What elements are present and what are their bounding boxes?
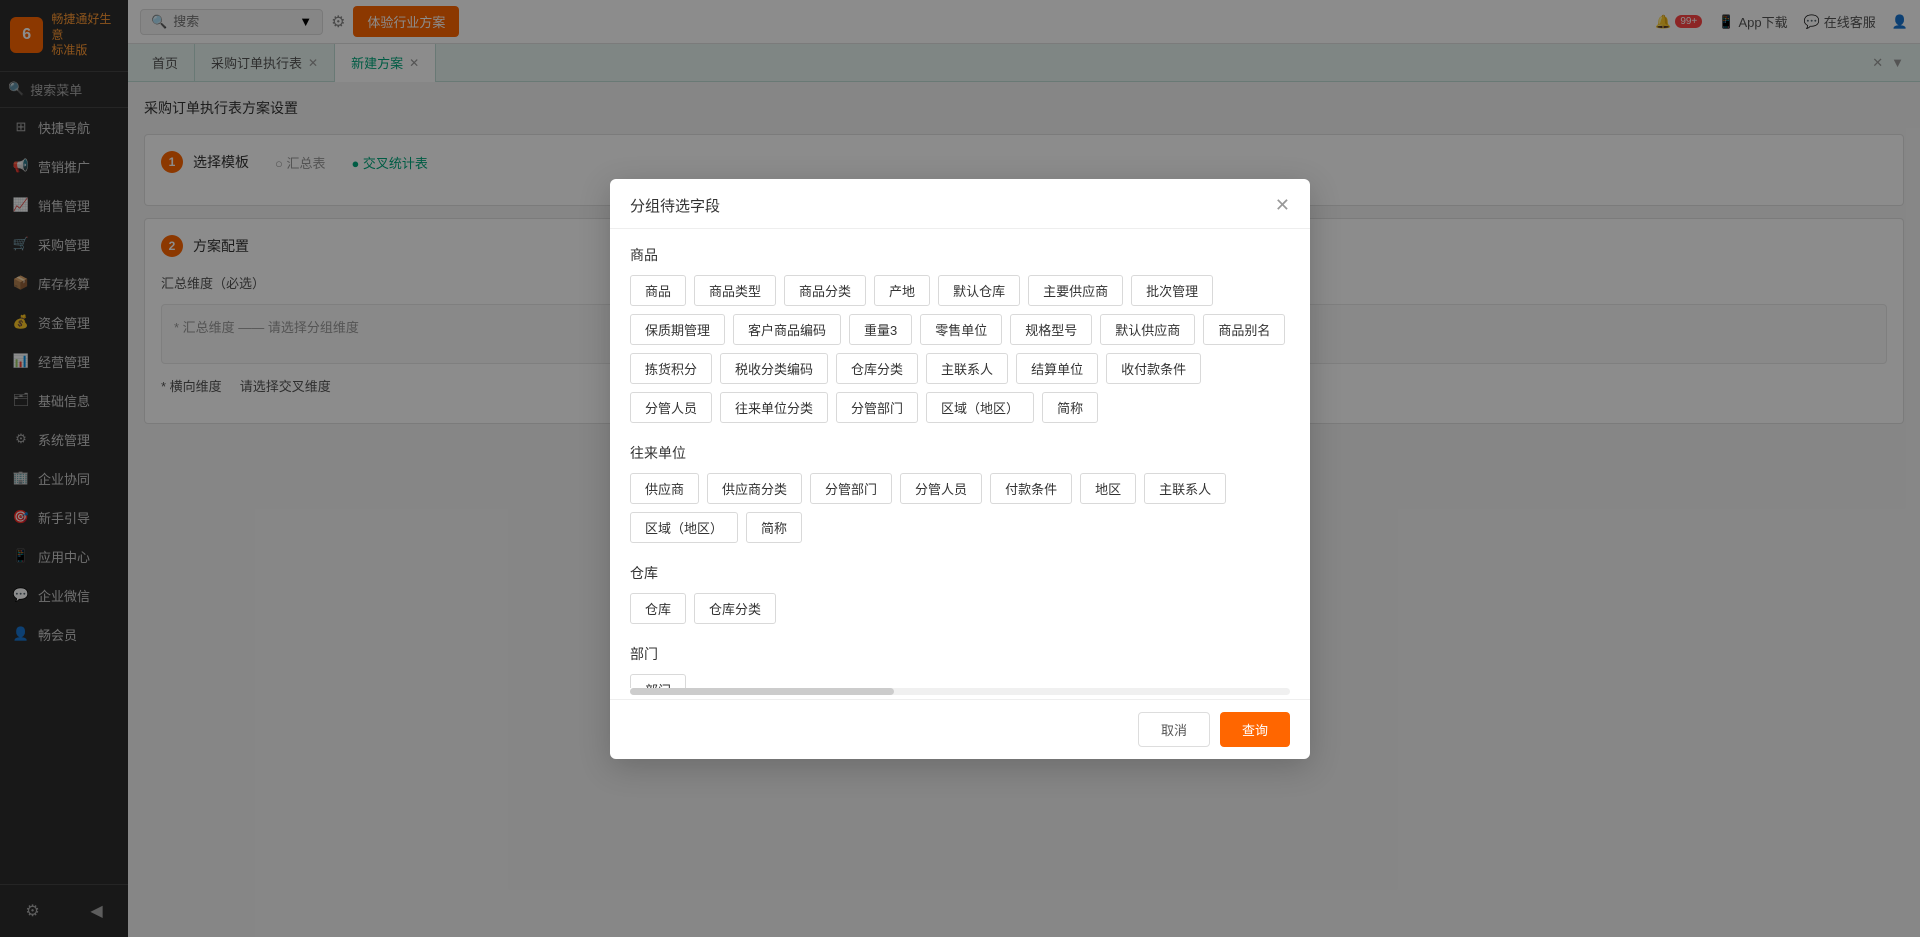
section-title-counterpart: 往来单位 — [630, 443, 1290, 463]
modal-close-button[interactable]: ✕ — [1275, 195, 1290, 216]
field-tag-product-7[interactable]: 保质期管理 — [630, 314, 725, 345]
field-tag-product-21[interactable]: 往来单位分类 — [720, 392, 828, 423]
field-tags-warehouse: 仓库仓库分类 — [630, 593, 1290, 624]
field-tag-product-10[interactable]: 零售单位 — [920, 314, 1002, 345]
field-tag-product-12[interactable]: 默认供应商 — [1100, 314, 1195, 345]
field-tag-product-4[interactable]: 默认仓库 — [938, 275, 1020, 306]
field-tag-counterpart-7[interactable]: 区域（地区） — [630, 512, 738, 543]
modal-hscrollbar-thumb — [630, 688, 894, 695]
field-tag-product-16[interactable]: 仓库分类 — [836, 353, 918, 384]
field-tag-product-19[interactable]: 收付款条件 — [1106, 353, 1201, 384]
field-tag-counterpart-8[interactable]: 简称 — [746, 512, 802, 543]
field-tag-warehouse-0[interactable]: 仓库 — [630, 593, 686, 624]
field-tag-product-9[interactable]: 重量3 — [849, 314, 912, 345]
field-tag-product-5[interactable]: 主要供应商 — [1028, 275, 1123, 306]
modal-overlay: 分组待选字段 ✕ 商品商品商品类型商品分类产地默认仓库主要供应商批次管理保质期管… — [0, 0, 1920, 937]
field-tag-counterpart-5[interactable]: 地区 — [1080, 473, 1136, 504]
field-tag-counterpart-2[interactable]: 分管部门 — [810, 473, 892, 504]
field-tag-department-0[interactable]: 部门 — [630, 674, 686, 688]
field-tag-counterpart-0[interactable]: 供应商 — [630, 473, 699, 504]
modal-body[interactable]: 商品商品商品类型商品分类产地默认仓库主要供应商批次管理保质期管理客户商品编码重量… — [610, 229, 1310, 688]
field-tag-product-11[interactable]: 规格型号 — [1010, 314, 1092, 345]
field-tag-product-2[interactable]: 商品分类 — [784, 275, 866, 306]
modal-title: 分组待选字段 — [630, 195, 720, 216]
field-tag-product-1[interactable]: 商品类型 — [694, 275, 776, 306]
confirm-button[interactable]: 查询 — [1220, 712, 1290, 747]
section-title-warehouse: 仓库 — [630, 563, 1290, 583]
field-tags-department: 部门 — [630, 674, 1290, 688]
field-tag-counterpart-6[interactable]: 主联系人 — [1144, 473, 1226, 504]
section-warehouse: 仓库仓库仓库分类 — [630, 563, 1290, 624]
field-tag-counterpart-4[interactable]: 付款条件 — [990, 473, 1072, 504]
field-tag-product-18[interactable]: 结算单位 — [1016, 353, 1098, 384]
field-tag-product-8[interactable]: 客户商品编码 — [733, 314, 841, 345]
field-tag-counterpart-1[interactable]: 供应商分类 — [707, 473, 802, 504]
section-title-product: 商品 — [630, 245, 1290, 265]
field-tags-counterpart: 供应商供应商分类分管部门分管人员付款条件地区主联系人区域（地区） 简称 — [630, 473, 1290, 543]
field-tag-product-13[interactable]: 商品别名 — [1203, 314, 1285, 345]
section-product: 商品商品商品类型商品分类产地默认仓库主要供应商批次管理保质期管理客户商品编码重量… — [630, 245, 1290, 423]
field-tag-product-20[interactable]: 分管人员 — [630, 392, 712, 423]
field-tag-product-22[interactable]: 分管部门 — [836, 392, 918, 423]
section-counterpart: 往来单位供应商供应商分类分管部门分管人员付款条件地区主联系人区域（地区） 简称 — [630, 443, 1290, 543]
field-tag-warehouse-1[interactable]: 仓库分类 — [694, 593, 776, 624]
field-tag-counterpart-3[interactable]: 分管人员 — [900, 473, 982, 504]
section-department: 部门部门 — [630, 644, 1290, 688]
field-tags-product: 商品商品类型商品分类产地默认仓库主要供应商批次管理保质期管理客户商品编码重量3 零… — [630, 275, 1290, 423]
field-tag-product-0[interactable]: 商品 — [630, 275, 686, 306]
modal-footer: 取消 查询 — [610, 699, 1310, 759]
field-tag-product-17[interactable]: 主联系人 — [926, 353, 1008, 384]
field-tag-product-14[interactable]: 拣货积分 — [630, 353, 712, 384]
field-tag-product-15[interactable]: 税收分类编码 — [720, 353, 828, 384]
field-tag-product-3[interactable]: 产地 — [874, 275, 930, 306]
cancel-button[interactable]: 取消 — [1138, 712, 1210, 747]
modal-horizontal-scrollbar[interactable] — [630, 688, 1290, 695]
field-select-modal: 分组待选字段 ✕ 商品商品商品类型商品分类产地默认仓库主要供应商批次管理保质期管… — [610, 179, 1310, 759]
field-tag-product-6[interactable]: 批次管理 — [1131, 275, 1213, 306]
field-tag-product-24[interactable]: 简称 — [1042, 392, 1098, 423]
section-title-department: 部门 — [630, 644, 1290, 664]
field-tag-product-23[interactable]: 区域（地区） — [926, 392, 1034, 423]
modal-header: 分组待选字段 ✕ — [610, 179, 1310, 229]
